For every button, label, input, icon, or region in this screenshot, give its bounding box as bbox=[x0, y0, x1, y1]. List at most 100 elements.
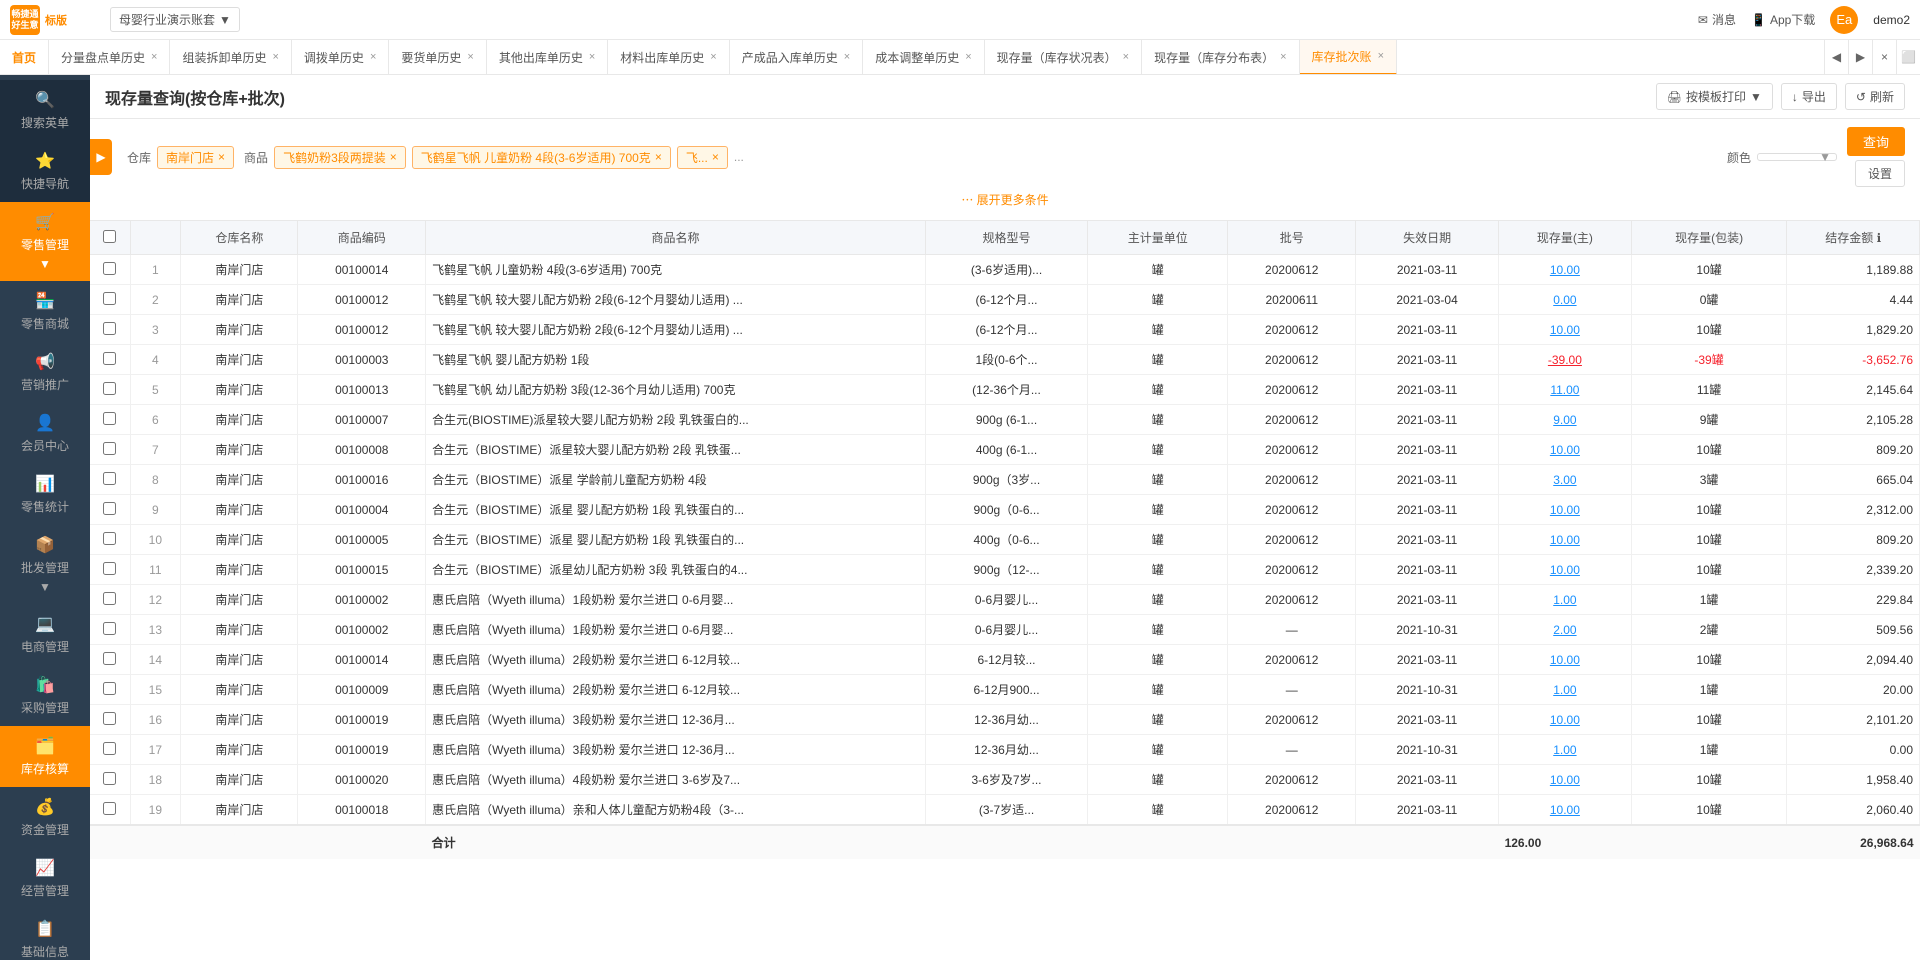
row-qty-main[interactable]: 10.00 bbox=[1499, 705, 1632, 735]
row-qty-main[interactable]: 9.00 bbox=[1499, 405, 1632, 435]
tab-inventory-count[interactable]: 分量盘点单历史 × bbox=[49, 40, 170, 75]
tab-order[interactable]: 要货单历史 × bbox=[389, 40, 486, 75]
row-checkbox[interactable] bbox=[90, 555, 130, 585]
refresh-btn[interactable]: ↺ 刷新 bbox=[1845, 83, 1905, 110]
row-qty-main[interactable]: 10.00 bbox=[1499, 435, 1632, 465]
close-icon[interactable]: × bbox=[272, 51, 278, 63]
tab-assembly[interactable]: 组装拆卸单历史 × bbox=[170, 40, 291, 75]
export-btn[interactable]: ↓ 导出 bbox=[1781, 83, 1837, 110]
row-qty-main[interactable]: 10.00 bbox=[1499, 315, 1632, 345]
product-remove-icon[interactable]: × bbox=[655, 150, 662, 164]
sidebar-item-retail-mall[interactable]: 🏪 零售商城 bbox=[0, 281, 90, 342]
row-checkbox[interactable] bbox=[90, 525, 130, 555]
row-checkbox[interactable] bbox=[90, 405, 130, 435]
tab-transfer[interactable]: 调拨单历史 × bbox=[292, 40, 389, 75]
tab-batch-stock[interactable]: 库存批次账 × bbox=[1300, 40, 1397, 75]
close-icon[interactable]: × bbox=[844, 51, 850, 63]
select-all-checkbox[interactable] bbox=[103, 230, 116, 243]
tab-outbound[interactable]: 其他出库单历史 × bbox=[487, 40, 608, 75]
sidebar-item-search[interactable]: 🔍 搜索英单 bbox=[0, 80, 90, 141]
sidebar-item-purchase[interactable]: 🛍️ 采购管理 bbox=[0, 665, 90, 726]
tab-material[interactable]: 材料出库单历史 × bbox=[608, 40, 729, 75]
row-checkbox[interactable] bbox=[90, 285, 130, 315]
message-btn[interactable]: ✉ 消息 bbox=[1698, 11, 1736, 28]
row-qty-main[interactable]: -39.00 bbox=[1499, 345, 1632, 375]
row-checkbox[interactable] bbox=[90, 795, 130, 826]
close-icon[interactable]: × bbox=[589, 51, 595, 63]
close-icon[interactable]: × bbox=[467, 51, 473, 63]
close-icon[interactable]: × bbox=[1123, 51, 1129, 63]
template-print-btn[interactable]: 🖨 按模板打印 ▼ bbox=[1656, 83, 1773, 110]
row-qty-main[interactable]: 1.00 bbox=[1499, 735, 1632, 765]
tab-stock-status[interactable]: 现存量（库存状况表） × bbox=[985, 40, 1142, 75]
row-qty-main[interactable]: 10.00 bbox=[1499, 495, 1632, 525]
row-checkbox[interactable] bbox=[90, 615, 130, 645]
sidebar-item-retail-stat[interactable]: 📊 零售统计 bbox=[0, 464, 90, 525]
row-checkbox[interactable] bbox=[90, 435, 130, 465]
row-checkbox[interactable] bbox=[90, 705, 130, 735]
row-qty-main[interactable]: 11.00 bbox=[1499, 375, 1632, 405]
color-dropdown[interactable]: ▼ bbox=[1757, 153, 1837, 161]
row-checkbox[interactable] bbox=[90, 765, 130, 795]
row-checkbox[interactable] bbox=[90, 345, 130, 375]
row-qty-main[interactable]: 10.00 bbox=[1499, 795, 1632, 826]
row-checkbox[interactable] bbox=[90, 735, 130, 765]
product-remove-icon[interactable]: × bbox=[390, 150, 397, 164]
tab-product-inbound[interactable]: 产成品入库单历史 × bbox=[730, 40, 863, 75]
tab-stock-dist[interactable]: 现存量（库存分布表） × bbox=[1142, 40, 1299, 75]
row-checkbox[interactable] bbox=[90, 255, 130, 285]
row-qty-main[interactable]: 10.00 bbox=[1499, 765, 1632, 795]
row-checkbox[interactable] bbox=[90, 585, 130, 615]
close-icon[interactable]: × bbox=[1280, 51, 1286, 63]
row-qty-main[interactable]: 3.00 bbox=[1499, 465, 1632, 495]
row-checkbox[interactable] bbox=[90, 375, 130, 405]
nav-prev-btn[interactable]: ◀ bbox=[1824, 40, 1848, 75]
product-tag-2[interactable]: 飞鹤星飞帆 儿童奶粉 4段(3-6岁适用) 700克 × bbox=[412, 146, 671, 169]
close-icon[interactable]: × bbox=[370, 51, 376, 63]
row-qty-main[interactable]: 0.00 bbox=[1499, 285, 1632, 315]
row-qty-main[interactable]: 1.00 bbox=[1499, 675, 1632, 705]
sidebar-item-shortcut[interactable]: ⭐ 快捷导航 bbox=[0, 141, 90, 202]
nav-max-btn[interactable]: ⬜ bbox=[1896, 40, 1920, 75]
sidebar-item-finance[interactable]: 💰 资金管理 bbox=[0, 787, 90, 848]
sidebar-item-member[interactable]: 👤 会员中心 bbox=[0, 403, 90, 464]
sidebar-item-ecommerce[interactable]: 💻 电商管理 bbox=[0, 604, 90, 665]
row-qty-main[interactable]: 10.00 bbox=[1499, 555, 1632, 585]
nav-next-btn[interactable]: ▶ bbox=[1848, 40, 1872, 75]
nav-close-btn[interactable]: × bbox=[1872, 40, 1896, 75]
row-checkbox[interactable] bbox=[90, 675, 130, 705]
close-icon[interactable]: × bbox=[965, 51, 971, 63]
row-checkbox[interactable] bbox=[90, 315, 130, 345]
company-selector[interactable]: 母婴行业演示账套 ▼ bbox=[110, 7, 240, 32]
row-qty-main[interactable]: 2.00 bbox=[1499, 615, 1632, 645]
query-btn[interactable]: 查询 bbox=[1847, 127, 1905, 156]
expand-conditions-btn[interactable]: ⋯ 展开更多条件 bbox=[105, 187, 1905, 212]
product-tag-3[interactable]: 飞... × bbox=[677, 146, 728, 169]
sidebar-item-basic[interactable]: 📋 基础信息 bbox=[0, 909, 90, 960]
row-qty-main[interactable]: 10.00 bbox=[1499, 255, 1632, 285]
sidebar-item-marketing[interactable]: 📢 营销推广 bbox=[0, 342, 90, 403]
product-tag-1[interactable]: 飞鹤奶粉3段两提装 × bbox=[274, 146, 406, 169]
app-download-btn[interactable]: 📱 App下载 bbox=[1751, 11, 1815, 28]
sidebar-item-wholesale[interactable]: 📦 批发管理 ▼ bbox=[0, 525, 90, 604]
sidebar-item-operation[interactable]: 📈 经营管理 bbox=[0, 848, 90, 909]
close-icon[interactable]: × bbox=[1378, 50, 1384, 62]
product-remove-icon[interactable]: × bbox=[712, 150, 719, 164]
row-qty-main[interactable]: 10.00 bbox=[1499, 645, 1632, 675]
warehouse-tag[interactable]: 南岸门店 × bbox=[157, 146, 234, 169]
close-icon[interactable]: × bbox=[710, 51, 716, 63]
user-avatar[interactable]: Ea bbox=[1830, 6, 1858, 34]
tab-cost-adjust[interactable]: 成本调整单历史 × bbox=[863, 40, 984, 75]
row-qty-main[interactable]: 10.00 bbox=[1499, 525, 1632, 555]
close-icon[interactable]: × bbox=[151, 51, 157, 63]
row-qty-main[interactable]: 1.00 bbox=[1499, 585, 1632, 615]
row-checkbox[interactable] bbox=[90, 465, 130, 495]
row-checkbox[interactable] bbox=[90, 495, 130, 525]
tab-home[interactable]: 首页 bbox=[0, 40, 49, 75]
sidebar-item-retail[interactable]: 🛒 零售管理 ▼ bbox=[0, 202, 90, 281]
expand-sidebar-btn[interactable]: ▶ bbox=[90, 139, 112, 175]
more-products-icon[interactable]: ... bbox=[734, 150, 744, 164]
set-btn[interactable]: 设置 bbox=[1855, 160, 1905, 187]
row-checkbox[interactable] bbox=[90, 645, 130, 675]
sidebar-item-inventory[interactable]: 🗂️ 库存核算 bbox=[0, 726, 90, 787]
